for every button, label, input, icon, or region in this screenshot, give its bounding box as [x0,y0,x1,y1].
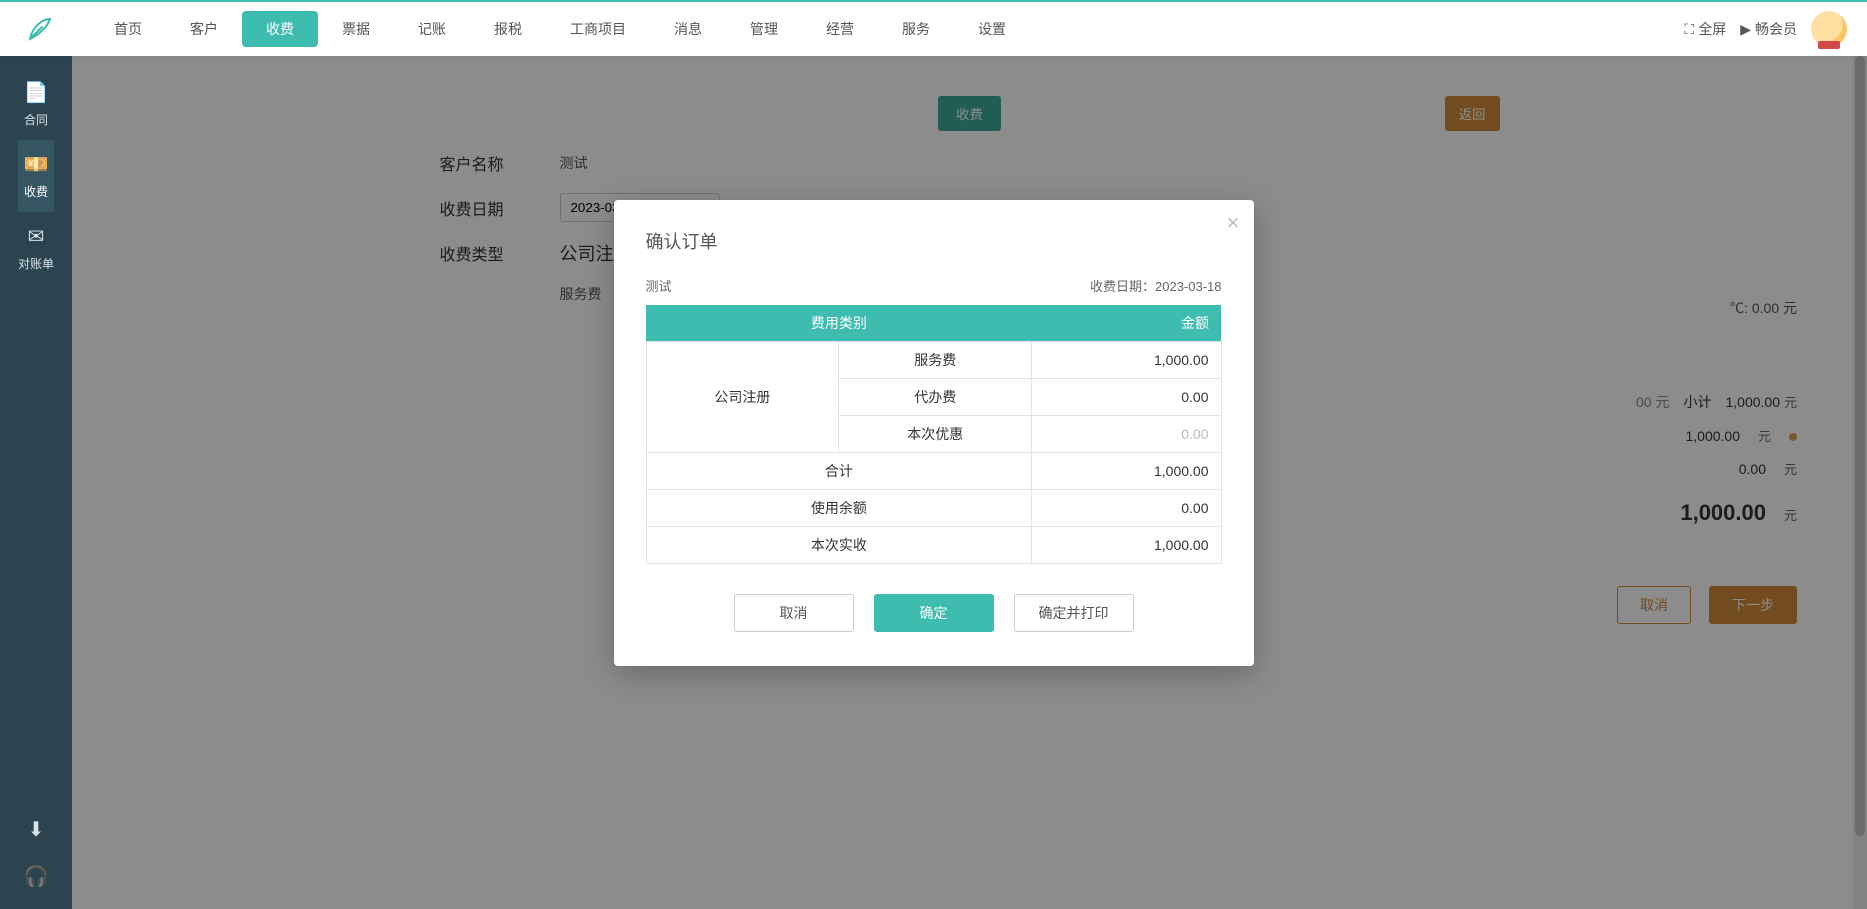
group-cell: 公司注册 [646,342,839,453]
fullscreen-button[interactable]: ⛶ 全屏 [1684,19,1726,39]
top-nav: 首页客户收费票据记账报税工商项目消息管理经营服务设置 ⛶ 全屏 ▶ 畅会员 [0,0,1867,56]
member-button[interactable]: ▶ 畅会员 [1740,19,1797,39]
summary-amount-2: 1,000.00 [1032,527,1221,564]
sidebar-label-1: 收费 [24,183,48,200]
support-icon[interactable]: 🎧 [24,864,49,889]
play-icon: ▶ [1740,21,1751,38]
nav-item-2[interactable]: 收费 [242,11,318,47]
modal-cancel-button[interactable]: 取消 [734,594,854,632]
confirm-order-modal: × 确认订单 测试 收费日期：2023-03-18 费用类别 金额 公司注册服务… [614,200,1254,666]
fullscreen-label: 全屏 [1698,19,1726,39]
member-label: 畅会员 [1755,19,1797,39]
fee-label-0: 服务费 [839,342,1032,379]
fee-label-2: 本次优惠 [839,416,1032,453]
fee-amount-2: 0.00 [1032,416,1221,453]
sidebar-item-2[interactable]: ✉ 对账单 [18,212,54,284]
modal-date-label: 收费日期： [1090,279,1155,294]
summary-label-1: 使用余额 [646,490,1032,527]
nav-item-6[interactable]: 工商项目 [546,11,650,47]
sidebar-icon-1: 💴 [24,152,49,177]
modal-customer: 测试 [646,276,672,295]
summary-label-0: 合计 [646,453,1032,490]
nav-item-11[interactable]: 设置 [954,11,1030,47]
modal-ok-button[interactable]: 确定 [874,594,994,632]
nav-item-10[interactable]: 服务 [878,11,954,47]
sidebar-icon-0: 📄 [24,80,49,105]
modal-date-value: 2023-03-18 [1155,279,1222,294]
sidebar-label-2: 对账单 [18,255,54,272]
sidebar-icon-2: ✉ [28,224,45,249]
sidebar: 📄 合同 💴 收费 ✉ 对账单 ⬇ 🎧 [0,56,72,909]
summary-amount-1: 0.00 [1032,490,1221,527]
nav-item-4[interactable]: 记账 [394,11,470,47]
fee-amount-1: 0.00 [1032,379,1221,416]
nav-item-1[interactable]: 客户 [166,11,242,47]
app-logo [20,9,60,49]
th-amount: 金额 [1032,305,1221,342]
close-icon[interactable]: × [1227,210,1240,236]
nav-item-8[interactable]: 管理 [726,11,802,47]
summary-amount-0: 1,000.00 [1032,453,1221,490]
fee-label-1: 代办费 [839,379,1032,416]
fee-amount-0: 1,000.00 [1032,342,1221,379]
fullscreen-icon: ⛶ [1684,21,1694,38]
sidebar-label-0: 合同 [24,111,48,128]
nav-item-0[interactable]: 首页 [90,11,166,47]
modal-title: 确认订单 [646,228,1222,254]
th-category: 费用类别 [646,305,1032,342]
order-table: 费用类别 金额 公司注册服务费1,000.00代办费0.00本次优惠0.00合计… [646,305,1222,564]
download-icon[interactable]: ⬇ [28,817,45,842]
summary-label-2: 本次实收 [646,527,1032,564]
avatar[interactable] [1811,11,1847,47]
nav-item-9[interactable]: 经营 [802,11,878,47]
modal-ok-print-button[interactable]: 确定并打印 [1014,594,1134,632]
nav-item-3[interactable]: 票据 [318,11,394,47]
nav-item-5[interactable]: 报税 [470,11,546,47]
sidebar-item-1[interactable]: 💴 收费 [18,140,54,212]
nav-item-7[interactable]: 消息 [650,11,726,47]
sidebar-item-0[interactable]: 📄 合同 [18,68,54,140]
